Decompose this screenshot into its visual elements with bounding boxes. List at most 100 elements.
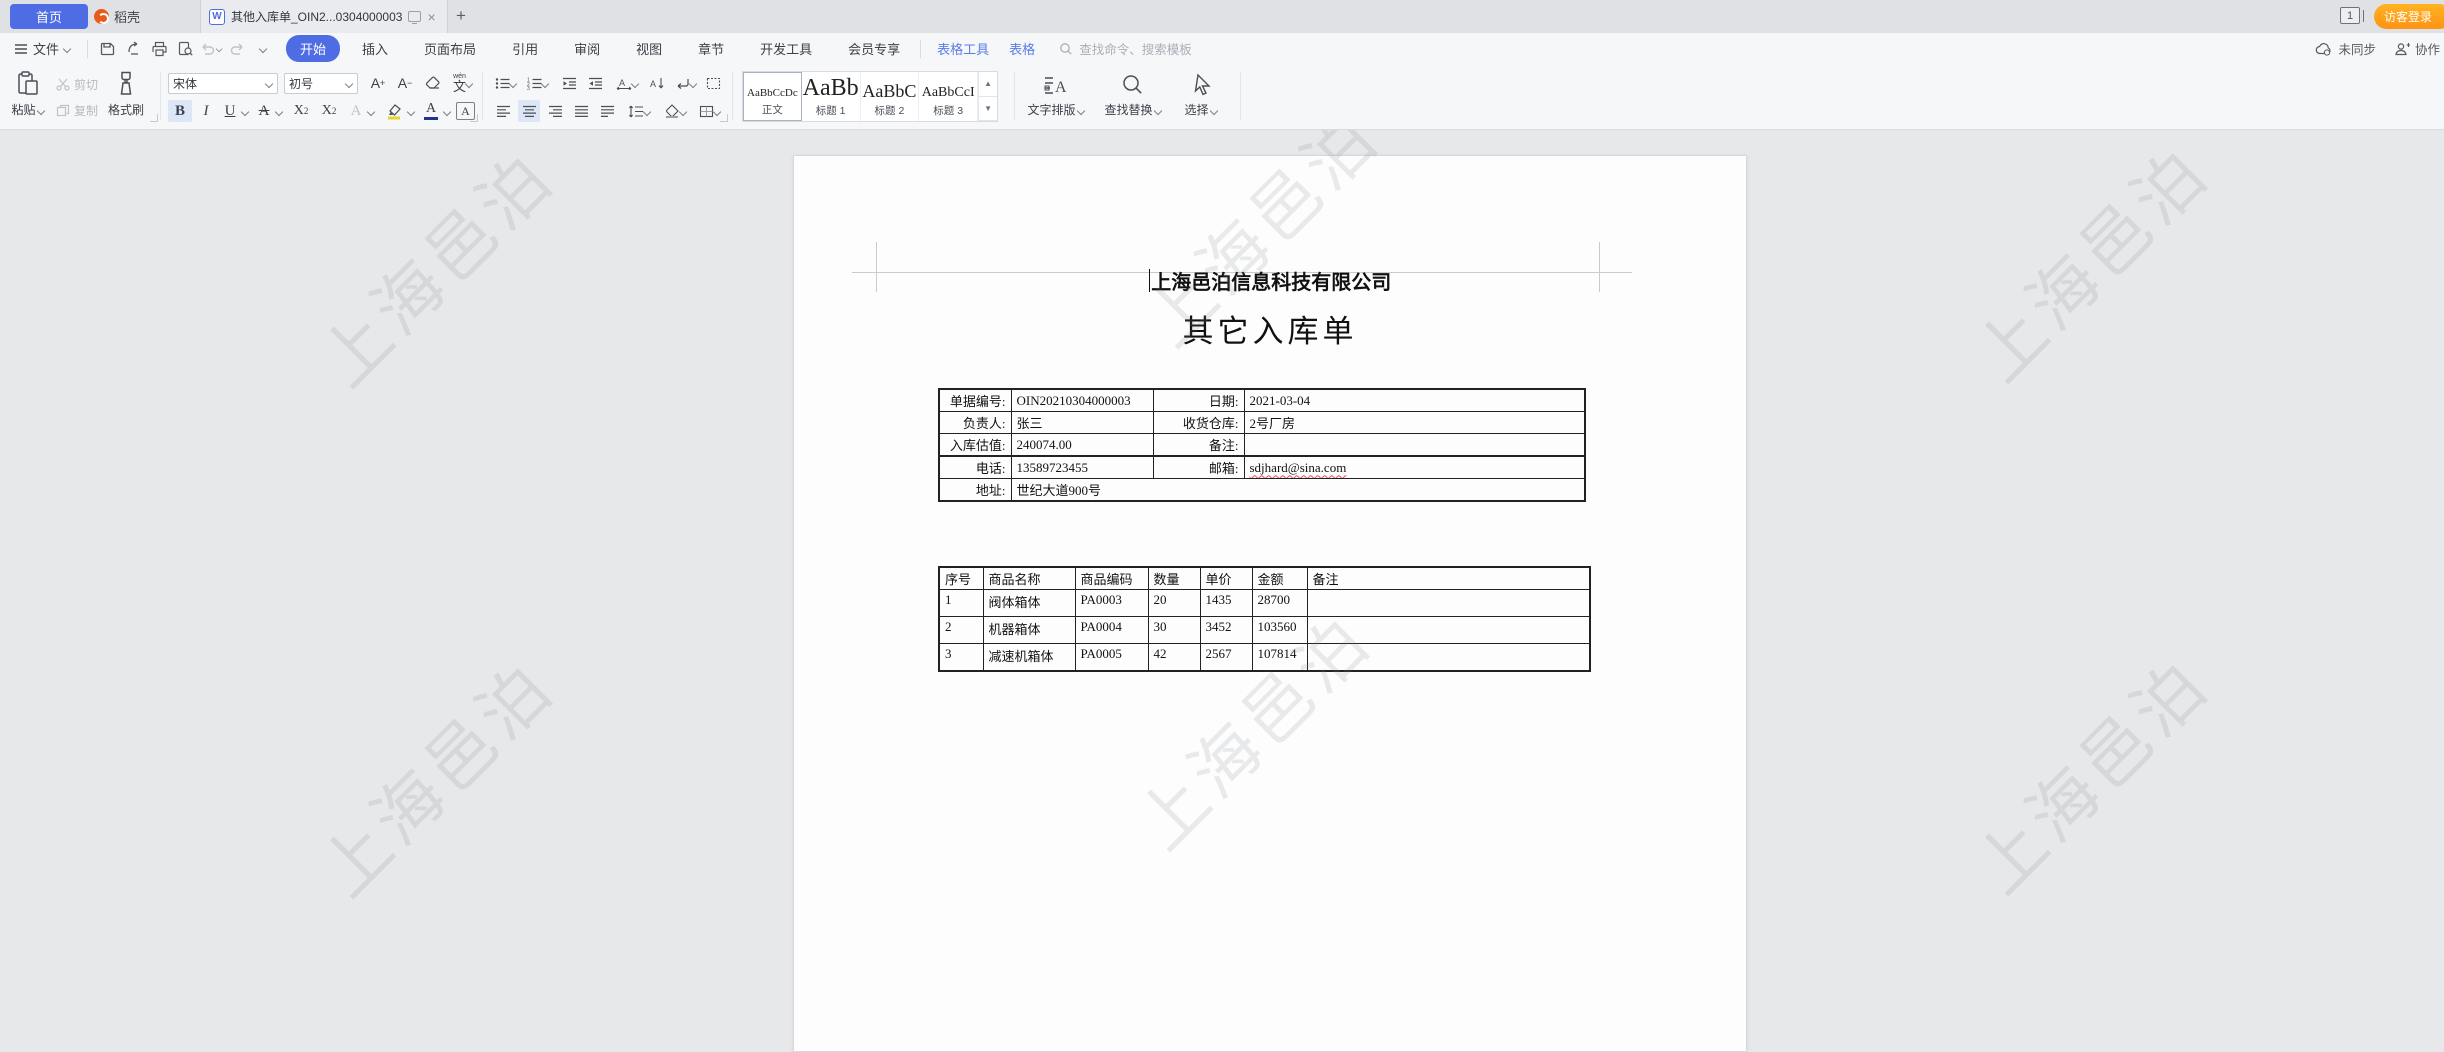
info-label-cell[interactable]: 电话: [939, 456, 1011, 479]
new-tab-button[interactable]: + [456, 6, 466, 26]
items-cell[interactable]: 103560 [1252, 617, 1307, 644]
paste-button[interactable]: 粘贴 [6, 69, 50, 118]
menu-tab-1[interactable]: 插入 [348, 35, 402, 62]
strikethrough-menu[interactable] [274, 100, 284, 122]
subscript-button[interactable]: X2 [316, 100, 342, 122]
company-name-line[interactable]: 上海邑泊信息科技有限公司 [794, 266, 1746, 295]
sort-button[interactable]: A [646, 72, 668, 94]
home-tab[interactable]: 首页 [10, 4, 88, 29]
info-label-cell[interactable]: 负责人: [939, 412, 1011, 434]
text-effects-button[interactable]: A [346, 100, 366, 122]
format-painter-button[interactable]: 格式刷 [104, 69, 148, 118]
items-cell[interactable]: 阀体箱体 [983, 590, 1075, 617]
info-value-cell[interactable]: sdjhard@sina.com [1244, 456, 1585, 479]
increase-font-button[interactable]: A+ [366, 72, 390, 94]
styles-gallery-scroll[interactable]: ▲▼ [978, 72, 997, 121]
docer-tab[interactable]: 稻壳 [86, 0, 148, 33]
bullet-list-button[interactable] [492, 72, 520, 94]
align-center-button[interactable] [518, 100, 540, 122]
info-label-cell[interactable]: 入库估值: [939, 434, 1011, 457]
undo-button[interactable] [198, 38, 224, 60]
collaborate-button[interactable]: 协作 [2394, 39, 2440, 58]
justify-button[interactable] [570, 100, 592, 122]
items-cell[interactable]: 1435 [1200, 590, 1252, 617]
strikethrough-button[interactable]: A [254, 100, 274, 122]
clear-format-button[interactable] [421, 72, 445, 94]
menu-tab-0[interactable]: 开始 [286, 35, 340, 62]
items-cell[interactable]: PA0005 [1075, 644, 1148, 671]
items-header-cell[interactable]: 单价 [1200, 567, 1252, 590]
menu-tab-8[interactable]: 会员专享 [834, 35, 914, 62]
items-cell[interactable]: 2 [939, 617, 983, 644]
line-break-button[interactable] [672, 72, 700, 94]
print-preview-button[interactable] [172, 38, 198, 60]
items-cell[interactable]: PA0004 [1075, 617, 1148, 644]
text-layout-button[interactable]: A 文字排版 [1024, 69, 1088, 118]
items-cell[interactable]: 42 [1148, 644, 1200, 671]
font-size-select[interactable]: 初号 [284, 73, 358, 94]
increase-indent-button[interactable] [584, 72, 606, 94]
highlight-color-menu[interactable] [406, 100, 416, 122]
info-value-cell[interactable]: 2021-03-04 [1244, 389, 1585, 412]
info-label-cell[interactable]: 地址: [939, 479, 1011, 502]
info-value-cell[interactable] [1244, 434, 1585, 457]
style-item-3[interactable]: AaBbCcI标题 3 [919, 72, 978, 121]
visitor-login-button[interactable]: 访客登录 [2374, 4, 2444, 29]
items-cell[interactable]: 30 [1148, 617, 1200, 644]
distribute-button[interactable] [596, 100, 618, 122]
save-button[interactable] [94, 38, 120, 60]
line-spacing-button[interactable] [624, 100, 654, 122]
export-button[interactable] [120, 38, 146, 60]
align-right-button[interactable] [544, 100, 566, 122]
gallery-scroll-up-icon[interactable]: ▲ [979, 72, 997, 97]
document-page[interactable]: 上海邑泊信息科技有限公司 其它入库单 单据编号:OIN2021030400000… [793, 155, 1747, 1052]
copy-button[interactable]: 复制 [56, 102, 98, 119]
items-cell[interactable]: 20 [1148, 590, 1200, 617]
shading-button[interactable] [660, 100, 690, 122]
highlight-color-button[interactable] [382, 100, 406, 122]
items-cell[interactable]: 2567 [1200, 644, 1252, 671]
menu-tab-5[interactable]: 视图 [622, 35, 676, 62]
style-item-2[interactable]: AaBbC标题 2 [861, 72, 920, 121]
info-value-cell[interactable]: 13589723455 [1011, 456, 1153, 479]
document-title[interactable]: 其它入库单 [794, 306, 1746, 351]
menu-tab-7[interactable]: 开发工具 [746, 35, 826, 62]
superscript-button[interactable]: X2 [288, 100, 314, 122]
info-value-cell[interactable]: 张三 [1011, 412, 1153, 434]
customize-toolbar-button[interactable] [250, 38, 276, 60]
menu-tab-3[interactable]: 引用 [498, 35, 552, 62]
info-label-cell[interactable]: 单据编号: [939, 389, 1011, 412]
items-header-cell[interactable]: 商品编码 [1075, 567, 1148, 590]
sync-status[interactable]: 未同步 [2315, 39, 2376, 58]
decrease-indent-button[interactable] [558, 72, 580, 94]
info-value-cell[interactable]: OIN20210304000003 [1011, 389, 1153, 412]
info-label-cell[interactable]: 日期: [1153, 389, 1244, 412]
contact-info-table[interactable]: 电话:13589723455邮箱:sdjhard@sina.com地址:世纪大道… [938, 455, 1586, 502]
print-button[interactable] [146, 38, 172, 60]
items-cell[interactable]: 减速机箱体 [983, 644, 1075, 671]
multi-window-icon[interactable] [408, 11, 421, 22]
font-color-menu[interactable] [442, 100, 452, 122]
find-replace-button[interactable]: 查找替换 [1100, 69, 1166, 118]
file-menu[interactable]: 文件 [0, 39, 81, 58]
items-header-cell[interactable]: 序号 [939, 567, 983, 590]
items-table[interactable]: 序号商品名称商品编码数量单价金额备注1阀体箱体PA000320143528700… [938, 566, 1591, 672]
items-header-cell[interactable]: 商品名称 [983, 567, 1075, 590]
items-cell[interactable] [1307, 590, 1590, 617]
character-scale-button[interactable]: A [612, 72, 642, 94]
cut-button[interactable]: 剪切 [56, 76, 98, 93]
items-header-cell[interactable]: 备注 [1307, 567, 1590, 590]
font-name-select[interactable]: 宋体 [168, 73, 278, 94]
gallery-scroll-down-icon[interactable]: ▼ [979, 97, 997, 122]
decrease-font-button[interactable]: A− [393, 72, 417, 94]
items-cell[interactable]: PA0003 [1075, 590, 1148, 617]
bold-button[interactable]: B [168, 100, 192, 122]
italic-button[interactable]: I [196, 100, 216, 122]
text-effects-menu[interactable] [366, 100, 376, 122]
items-cell[interactable] [1307, 617, 1590, 644]
select-button[interactable]: 选择 [1176, 69, 1226, 118]
table-tab[interactable]: 表格 [999, 39, 1045, 58]
items-cell[interactable]: 28700 [1252, 590, 1307, 617]
font-color-button[interactable]: A [420, 100, 442, 122]
items-cell[interactable]: 3452 [1200, 617, 1252, 644]
